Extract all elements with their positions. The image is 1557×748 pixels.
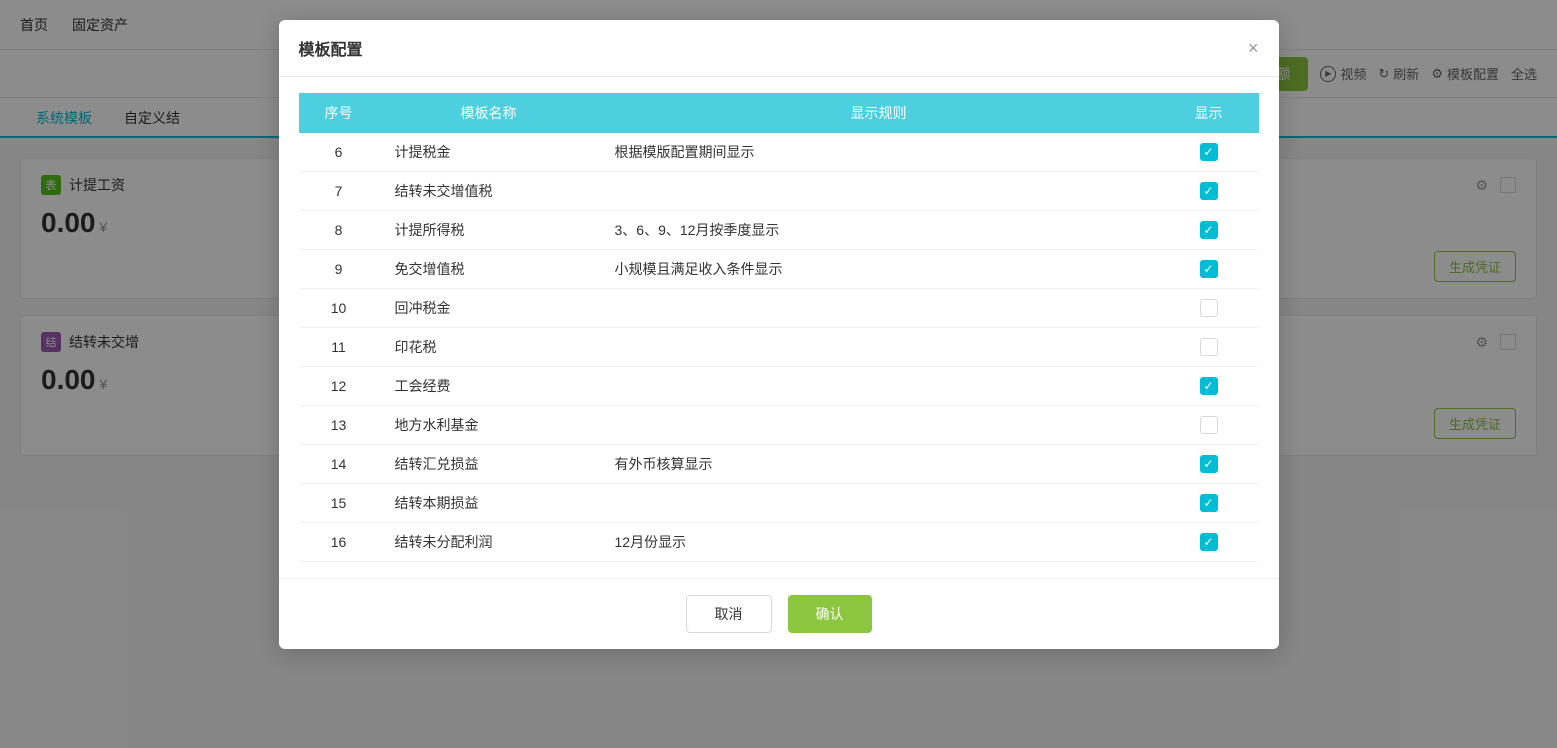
modal-title: 模板配置 <box>299 36 363 60</box>
table-row: 14结转汇兑损益有外币核算显示 ✓ <box>299 445 1259 484</box>
modal-overlay: 模板配置 × 序号 模板名称 显示规则 显示 6计提税金根据模版配置期间显 <box>0 0 1557 748</box>
col-name: 模板名称 <box>379 93 599 133</box>
cancel-button[interactable]: 取消 <box>686 595 772 633</box>
row-checkbox-cell: ✓ <box>1159 250 1259 289</box>
row-checkbox-cell: ✓ <box>1159 211 1259 250</box>
row-checkbox-cell: ✓ <box>1159 172 1259 211</box>
checkbox-7[interactable]: ✓ <box>1175 182 1243 200</box>
row-rule: 有外币核算显示 <box>599 445 1159 484</box>
table-row: 15结转本期损益 ✓ <box>299 484 1259 523</box>
row-checkbox-cell <box>1159 406 1259 445</box>
row-index: 6 <box>299 133 379 172</box>
row-rule <box>599 172 1159 211</box>
table-row: 11印花税 <box>299 328 1259 367</box>
modal-header: 模板配置 × <box>279 20 1279 77</box>
row-index: 11 <box>299 328 379 367</box>
checkbox-13[interactable] <box>1175 416 1243 434</box>
row-index: 16 <box>299 523 379 562</box>
row-checkbox-cell <box>1159 328 1259 367</box>
row-name: 印花税 <box>379 328 599 367</box>
row-rule <box>599 406 1159 445</box>
confirm-button[interactable]: 确认 <box>788 595 872 633</box>
row-rule: 3、6、9、12月按季度显示 <box>599 211 1159 250</box>
checkbox-6[interactable]: ✓ <box>1175 143 1243 161</box>
table-row: 13地方水利基金 <box>299 406 1259 445</box>
row-index: 7 <box>299 172 379 211</box>
row-index: 8 <box>299 211 379 250</box>
row-rule: 小规模且满足收入条件显示 <box>599 250 1159 289</box>
config-table: 序号 模板名称 显示规则 显示 6计提税金根据模版配置期间显示✓7结转未交增值税… <box>299 93 1259 562</box>
table-row: 16结转未分配利润12月份显示 ✓ <box>299 523 1259 562</box>
checkbox-8[interactable]: ✓ <box>1175 221 1243 239</box>
checkbox-15[interactable]: ✓ <box>1175 494 1243 512</box>
table-scroll[interactable]: 序号 模板名称 显示规则 显示 6计提税金根据模版配置期间显示✓7结转未交增值税… <box>299 93 1259 562</box>
row-name: 结转汇兑损益 <box>379 445 599 484</box>
table-row: 12工会经费 ✓ <box>299 367 1259 406</box>
row-checkbox-cell: ✓ <box>1159 523 1259 562</box>
row-index: 12 <box>299 367 379 406</box>
row-rule: 12月份显示 <box>599 523 1159 562</box>
row-checkbox-cell: ✓ <box>1159 445 1259 484</box>
table-row: 9免交增值税小规模且满足收入条件显示 ✓ <box>299 250 1259 289</box>
row-index: 10 <box>299 289 379 328</box>
row-rule: 根据模版配置期间显示 <box>599 133 1159 172</box>
checkbox-12[interactable]: ✓ <box>1175 377 1243 395</box>
row-index: 9 <box>299 250 379 289</box>
row-name: 结转本期损益 <box>379 484 599 523</box>
col-display: 显示 <box>1159 93 1259 133</box>
row-name: 免交增值税 <box>379 250 599 289</box>
checkbox-11[interactable] <box>1175 338 1243 356</box>
row-checkbox-cell: ✓ <box>1159 133 1259 172</box>
table-row: 7结转未交增值税 ✓ <box>299 172 1259 211</box>
row-name: 结转未交增值税 <box>379 172 599 211</box>
checkbox-14[interactable]: ✓ <box>1175 455 1243 473</box>
row-checkbox-cell <box>1159 289 1259 328</box>
row-rule <box>599 289 1159 328</box>
row-rule <box>599 367 1159 406</box>
row-index: 14 <box>299 445 379 484</box>
modal-close-button[interactable]: × <box>1248 39 1259 57</box>
table-row: 6计提税金根据模版配置期间显示 ✓ <box>299 133 1259 172</box>
template-config-modal: 模板配置 × 序号 模板名称 显示规则 显示 6计提税金根据模版配置期间显 <box>279 20 1279 649</box>
row-checkbox-cell: ✓ <box>1159 484 1259 523</box>
row-index: 13 <box>299 406 379 445</box>
row-name: 计提所得税 <box>379 211 599 250</box>
row-name: 计提税金 <box>379 133 599 172</box>
col-rule: 显示规则 <box>599 93 1159 133</box>
modal-footer: 取消 确认 <box>279 578 1279 649</box>
table-row: 8计提所得税3、6、9、12月按季度显示 ✓ <box>299 211 1259 250</box>
row-name: 工会经费 <box>379 367 599 406</box>
table-row: 10回冲税金 <box>299 289 1259 328</box>
modal-body: 序号 模板名称 显示规则 显示 6计提税金根据模版配置期间显示✓7结转未交增值税… <box>279 77 1279 578</box>
row-rule <box>599 328 1159 367</box>
row-name: 回冲税金 <box>379 289 599 328</box>
row-name: 结转未分配利润 <box>379 523 599 562</box>
col-index: 序号 <box>299 93 379 133</box>
table-header-row: 序号 模板名称 显示规则 显示 <box>299 93 1259 133</box>
row-name: 地方水利基金 <box>379 406 599 445</box>
checkbox-10[interactable] <box>1175 299 1243 317</box>
checkbox-16[interactable]: ✓ <box>1175 533 1243 551</box>
row-checkbox-cell: ✓ <box>1159 367 1259 406</box>
row-rule <box>599 484 1159 523</box>
row-index: 15 <box>299 484 379 523</box>
checkbox-9[interactable]: ✓ <box>1175 260 1243 278</box>
